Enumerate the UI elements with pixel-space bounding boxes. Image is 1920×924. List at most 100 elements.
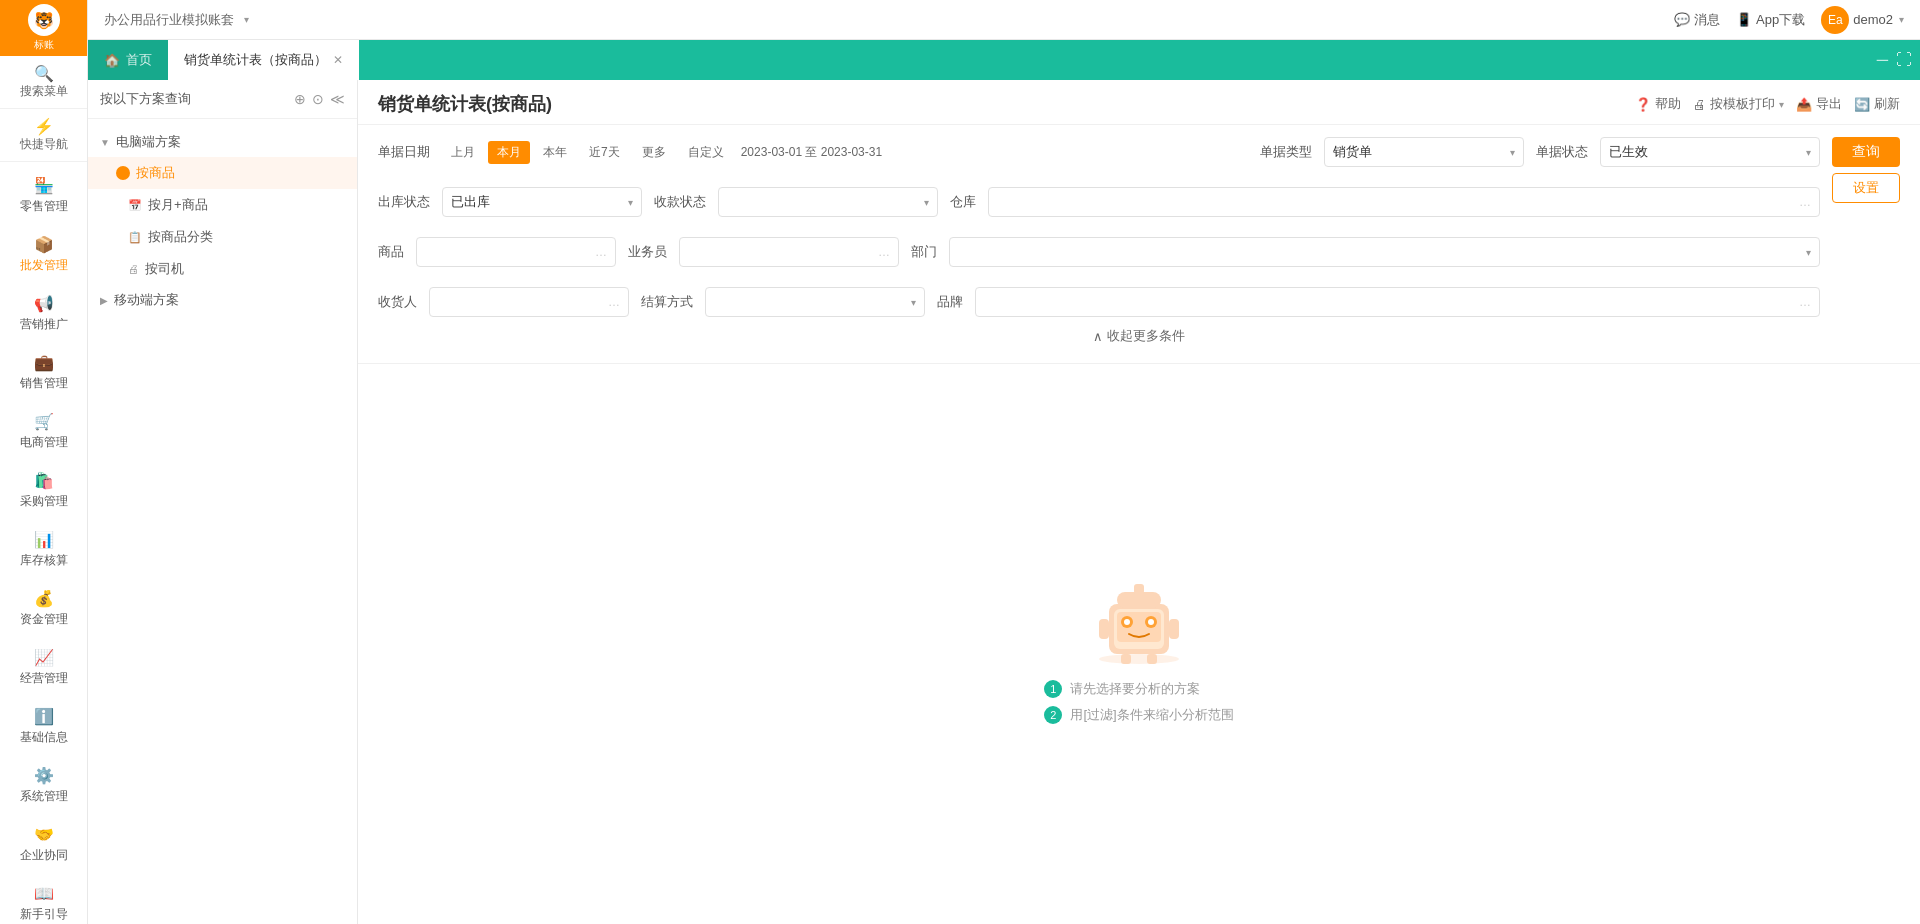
refresh-btn[interactable]: 🔄 刷新 (1854, 95, 1900, 113)
sidebar-item-operations[interactable]: 📈 经营管理 (0, 638, 87, 697)
product-label: 商品 (378, 243, 404, 261)
message-icon: 💬 (1674, 12, 1690, 27)
doc-status-select[interactable]: 已生效 ▾ (1600, 137, 1820, 167)
settlement-select[interactable]: ▾ (705, 287, 925, 317)
warehouse-arrow: ▾ (628, 197, 633, 208)
home-icon: 🏠 (104, 53, 120, 68)
filter-area: 单据日期 上月 本月 本年 (358, 125, 1920, 364)
tree-item-by-product[interactable]: 按商品 (88, 157, 357, 189)
sidebar-item-inventory[interactable]: 📊 库存核算 (0, 520, 87, 579)
minimize-icon[interactable]: ─ (1877, 51, 1888, 69)
settlement-arrow: ▾ (911, 297, 916, 308)
settings-scheme-icon[interactable]: ⊙ (312, 91, 324, 107)
date-7days[interactable]: 近7天 (580, 141, 629, 164)
add-scheme-icon[interactable]: ⊕ (294, 91, 306, 107)
print-template-btn[interactable]: 🖨 按模板打印 ▾ (1693, 95, 1784, 113)
inventory-icon: 📊 (34, 530, 54, 549)
sidebar-item-retail[interactable]: 🏪 零售管理 (0, 166, 87, 225)
salesperson-label: 业务员 (628, 243, 667, 261)
doc-type-label: 单据类型 (1260, 143, 1312, 161)
date-last-month[interactable]: 上月 (442, 141, 484, 164)
tree-group-desktop[interactable]: ▼ 电脑端方案 (88, 127, 357, 157)
basic-icon: ℹ️ (34, 707, 54, 726)
tree-item-month-product[interactable]: 📅 按月+商品 (88, 189, 357, 221)
tab-close-icon[interactable]: ✕ (333, 53, 343, 67)
storage-select[interactable]: … (988, 187, 1820, 217)
search-menu[interactable]: 🔍 搜索菜单 (0, 56, 87, 109)
sidebar-item-system[interactable]: ⚙️ 系统管理 (0, 756, 87, 815)
guide-icon: 📖 (34, 884, 54, 903)
help-icon: ❓ (1635, 97, 1651, 112)
collection-select[interactable]: ▾ (718, 187, 938, 217)
tab-home[interactable]: 🏠 首页 (88, 40, 168, 80)
active-scheme-icon (116, 166, 130, 180)
warehouse-select[interactable]: 已出库 ▾ (442, 187, 642, 217)
tree-section: ▼ 电脑端方案 按商品 📅 按月+商品 📋 按商品分类 🖨 按司机 (88, 119, 357, 323)
workspace-selector[interactable]: 办公用品行业模拟账套 ▾ (104, 11, 249, 29)
product-select[interactable]: … (416, 237, 616, 267)
empty-illustration (1079, 564, 1199, 664)
date-label: 单据日期 (378, 143, 430, 161)
empty-tip-1: 1 请先选择要分析的方案 (1044, 680, 1233, 698)
left-panel-header: 按以下方案查询 ⊕ ⊙ ≪ (88, 80, 357, 119)
marketing-icon: 📢 (34, 294, 54, 313)
empty-tip-2: 2 用[过滤]条件来缩小分析范围 (1044, 706, 1233, 724)
salesperson-select[interactable]: … (679, 237, 899, 267)
receiver-select[interactable]: … (429, 287, 629, 317)
date-custom[interactable]: 自定义 (679, 141, 733, 164)
query-btn[interactable]: 查询 (1832, 137, 1900, 167)
sidebar-item-finance[interactable]: 💰 资金管理 (0, 579, 87, 638)
settings-btn[interactable]: 设置 (1832, 173, 1900, 203)
refresh-icon: 🔄 (1854, 97, 1870, 112)
brand-select[interactable]: … (975, 287, 1820, 317)
page-title: 销货单统计表(按商品) (378, 92, 552, 116)
app-download-btn[interactable]: 📱 App下载 (1736, 11, 1805, 29)
logo-text: 标账 (34, 38, 54, 52)
sidebar-item-guide[interactable]: 📖 新手引导 (0, 874, 87, 924)
date-this-year[interactable]: 本年 (534, 141, 576, 164)
app-logo[interactable]: 🐯 标账 (0, 0, 88, 56)
svg-point-0 (1099, 654, 1179, 664)
department-select[interactable]: ▾ (949, 237, 1820, 267)
tree-group-mobile[interactable]: ▶ 移动端方案 (88, 285, 357, 315)
tip-num-2: 2 (1044, 706, 1062, 724)
left-panel: 按以下方案查询 ⊕ ⊙ ≪ ▼ 电脑端方案 按商品 📅 (88, 80, 358, 924)
tab-bar: 🏠 首页 销货单统计表（按商品） ✕ ─ ⛶ (88, 40, 1920, 80)
storage-dots: … (1799, 195, 1811, 209)
svg-point-7 (1148, 619, 1154, 625)
collapse-panel-icon[interactable]: ≪ (330, 91, 345, 107)
date-more[interactable]: 更多 (633, 141, 675, 164)
tree-item-by-printer[interactable]: 🖨 按司机 (88, 253, 357, 285)
quick-nav[interactable]: ⚡ 快捷导航 (0, 109, 87, 162)
sidebar-item-basic[interactable]: ℹ️ 基础信息 (0, 697, 87, 756)
date-this-month[interactable]: 本月 (488, 141, 530, 164)
sidebar-item-purchase[interactable]: 🛍️ 采购管理 (0, 461, 87, 520)
sidebar-item-wholesale[interactable]: 📦 批发管理 (0, 225, 87, 284)
help-btn[interactable]: ❓ 帮助 (1635, 95, 1681, 113)
tip-num-1: 1 (1044, 680, 1062, 698)
filter-row-2: 出库状态 已出库 ▾ 收款状态 ▾ 仓库 (378, 187, 1820, 217)
sidebar-item-sales[interactable]: 💼 销售管理 (0, 343, 87, 402)
doc-type-select[interactable]: 销货单 ▾ (1324, 137, 1524, 167)
expand-desktop-icon: ▼ (100, 137, 110, 148)
print-dropdown-icon: ▾ (1779, 99, 1784, 110)
salesperson-dots: … (878, 245, 890, 259)
sidebar-item-marketing[interactable]: 📢 营销推广 (0, 284, 87, 343)
operations-icon: 📈 (34, 648, 54, 667)
maximize-icon[interactable]: ⛶ (1896, 51, 1912, 69)
sidebar-item-enterprise[interactable]: 🤝 企业协同 (0, 815, 87, 874)
user-avatar: Ea (1821, 6, 1849, 34)
left-panel-actions: ⊕ ⊙ ≪ (294, 91, 345, 107)
sidebar-item-ecommerce[interactable]: 🛒 电商管理 (0, 402, 87, 461)
product-category-icon: 📋 (128, 231, 142, 244)
tab-sales-stats[interactable]: 销货单统计表（按商品） ✕ (168, 40, 359, 80)
svg-rect-9 (1169, 619, 1179, 639)
export-btn[interactable]: 📤 导出 (1796, 95, 1842, 113)
message-btn[interactable]: 💬 消息 (1674, 11, 1720, 29)
svg-rect-10 (1121, 654, 1131, 664)
sales-icon: 💼 (34, 353, 54, 372)
user-profile[interactable]: Ea demo2 ▾ (1821, 6, 1904, 34)
tree-item-product-category[interactable]: 📋 按商品分类 (88, 221, 357, 253)
collapse-filter-btn[interactable]: ∧ 收起更多条件 (378, 321, 1900, 351)
collapse-icon: ∧ (1093, 329, 1103, 344)
